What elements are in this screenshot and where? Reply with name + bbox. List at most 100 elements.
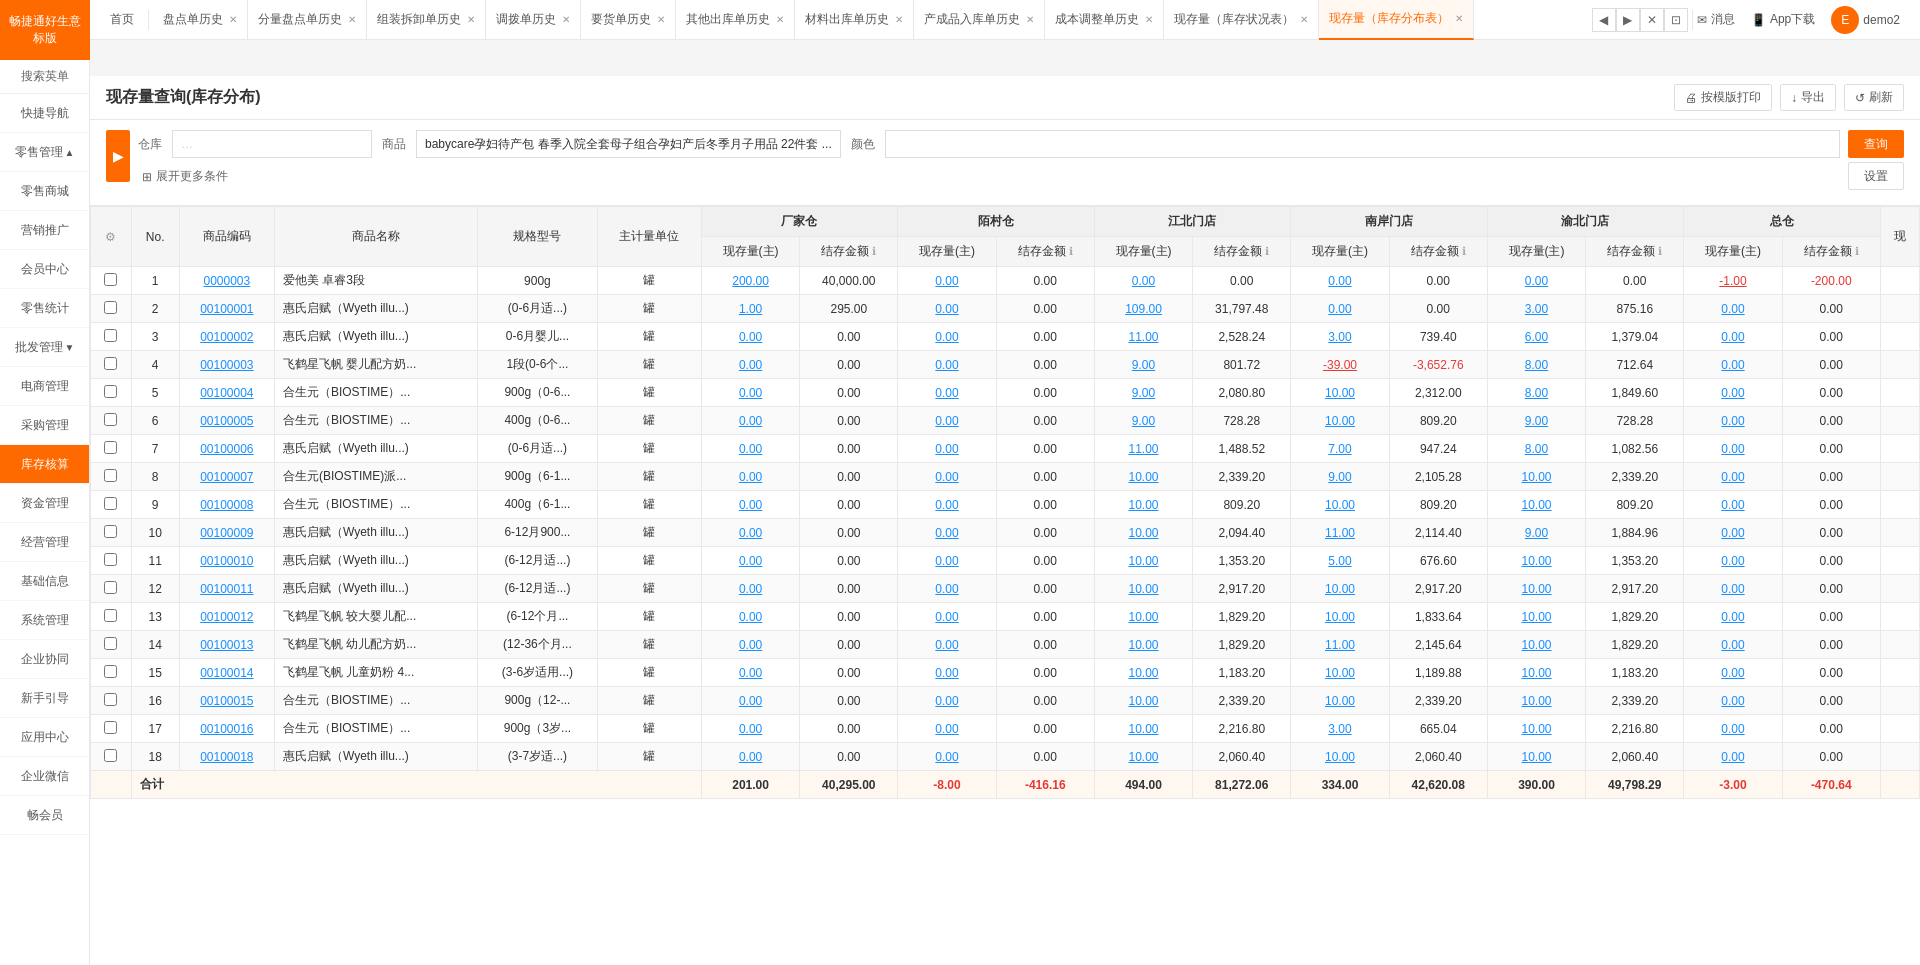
cell-wh5-qty[interactable]: 9.00 [1487, 407, 1586, 435]
cell-checkbox[interactable] [91, 743, 132, 771]
cell-wh4-qty[interactable]: -39.00 [1291, 351, 1390, 379]
sidebar-item-enterprise[interactable]: 企业协同 [0, 640, 89, 679]
info-icon[interactable]: ℹ [1265, 245, 1269, 257]
cell-total-qty[interactable]: 0.00 [1684, 323, 1783, 351]
cell-code[interactable]: 00100004 [179, 379, 274, 407]
cell-total-qty[interactable]: 0.00 [1684, 659, 1783, 687]
goods-input[interactable]: babycare孕妇待产包 春季入院全套母子组合孕妇产后冬季月子用品 22件套 … [416, 130, 841, 158]
cell-wh2-qty[interactable]: 0.00 [898, 351, 997, 379]
cell-total-qty[interactable]: 0.00 [1684, 715, 1783, 743]
message-btn[interactable]: ✉ 消息 [1697, 11, 1735, 28]
sidebar-item-retail[interactable]: 零售管理 ▲ [0, 133, 89, 172]
cell-wh3-qty[interactable]: 10.00 [1094, 631, 1193, 659]
info-icon[interactable]: ℹ [1069, 245, 1073, 257]
cell-total-qty[interactable]: 0.00 [1684, 743, 1783, 771]
tab-close-all-btn[interactable]: ✕ [1640, 8, 1664, 32]
cell-code[interactable]: 00100010 [179, 547, 274, 575]
row-checkbox[interactable] [104, 469, 117, 482]
cell-wh4-qty[interactable]: 10.00 [1291, 491, 1390, 519]
sidebar-item-operation[interactable]: 经营管理 [0, 523, 89, 562]
row-checkbox[interactable] [104, 665, 117, 678]
cell-checkbox[interactable] [91, 463, 132, 491]
row-checkbox[interactable] [104, 357, 117, 370]
cell-code[interactable]: 00100007 [179, 463, 274, 491]
tab-close-icon[interactable]: ✕ [1026, 14, 1034, 25]
cell-wh5-qty[interactable]: 0.00 [1487, 267, 1586, 295]
sidebar-item-ecommerce[interactable]: 电商管理 [0, 367, 89, 406]
tab-assemble-history[interactable]: 组装拆卸单历史 ✕ [367, 0, 486, 40]
cell-wh2-qty[interactable]: 0.00 [898, 463, 997, 491]
info-icon[interactable]: ℹ [1658, 245, 1662, 257]
cell-wh3-qty[interactable]: 11.00 [1094, 435, 1193, 463]
tab-demand-history[interactable]: 要货单历史 ✕ [581, 0, 676, 40]
cell-wh5-qty[interactable]: 10.00 [1487, 631, 1586, 659]
cell-total-qty[interactable]: 0.00 [1684, 491, 1783, 519]
cell-wh2-qty[interactable]: 0.00 [898, 407, 997, 435]
home-tab[interactable]: 首页 [100, 11, 144, 28]
cell-code[interactable]: 0000003 [179, 267, 274, 295]
tab-prev-btn[interactable]: ◀ [1592, 8, 1616, 32]
cell-wh2-qty[interactable]: 0.00 [898, 687, 997, 715]
cell-wh4-qty[interactable]: 11.00 [1291, 631, 1390, 659]
expand-more-btn[interactable]: ⊞ 展开更多条件 [138, 164, 232, 189]
row-checkbox[interactable] [104, 413, 117, 426]
cell-wh5-qty[interactable]: 10.00 [1487, 659, 1586, 687]
cell-wh1-qty[interactable]: 0.00 [701, 379, 800, 407]
cell-total-qty[interactable]: 0.00 [1684, 519, 1783, 547]
cell-wh4-qty[interactable]: 5.00 [1291, 547, 1390, 575]
cell-wh1-qty[interactable]: 0.00 [701, 323, 800, 351]
cell-wh2-qty[interactable]: 0.00 [898, 435, 997, 463]
cell-total-qty[interactable]: 0.00 [1684, 295, 1783, 323]
cell-wh1-qty[interactable]: 0.00 [701, 463, 800, 491]
cell-checkbox[interactable] [91, 351, 132, 379]
cell-code[interactable]: 00100016 [179, 715, 274, 743]
sidebar-item-basic[interactable]: 基础信息 [0, 562, 89, 601]
cell-wh1-qty[interactable]: 0.00 [701, 491, 800, 519]
sidebar-item-inventory[interactable]: 库存核算 [0, 445, 89, 484]
cell-wh3-qty[interactable]: 10.00 [1094, 743, 1193, 771]
info-icon[interactable]: ℹ [1462, 245, 1466, 257]
row-checkbox[interactable] [104, 693, 117, 706]
cell-wh5-qty[interactable]: 10.00 [1487, 547, 1586, 575]
collapse-filter-btn[interactable]: ▶ [106, 130, 130, 182]
cell-wh1-qty[interactable]: 1.00 [701, 295, 800, 323]
sidebar-item-corpwechat[interactable]: 企业微信 [0, 757, 89, 796]
cell-wh5-qty[interactable]: 9.00 [1487, 519, 1586, 547]
sidebar-item-finance[interactable]: 资金管理 [0, 484, 89, 523]
sidebar-item-appcenter[interactable]: 应用中心 [0, 718, 89, 757]
cell-wh5-qty[interactable]: 10.00 [1487, 491, 1586, 519]
cell-wh3-qty[interactable]: 10.00 [1094, 575, 1193, 603]
cell-code[interactable]: 00100002 [179, 323, 274, 351]
cell-code[interactable]: 00100005 [179, 407, 274, 435]
row-checkbox[interactable] [104, 497, 117, 510]
print-btn[interactable]: 🖨 按模版打印 [1674, 84, 1772, 111]
info-icon[interactable]: ℹ [1855, 245, 1859, 257]
cell-code[interactable]: 00100018 [179, 743, 274, 771]
query-btn[interactable]: 查询 [1848, 130, 1904, 158]
cell-wh5-qty[interactable]: 8.00 [1487, 351, 1586, 379]
cell-wh3-qty[interactable]: 10.00 [1094, 603, 1193, 631]
cell-wh2-qty[interactable]: 0.00 [898, 631, 997, 659]
cell-total-qty[interactable]: 0.00 [1684, 435, 1783, 463]
cell-checkbox[interactable] [91, 547, 132, 575]
cell-wh3-qty[interactable]: 9.00 [1094, 407, 1193, 435]
cell-checkbox[interactable] [91, 295, 132, 323]
cell-checkbox[interactable] [91, 407, 132, 435]
cell-checkbox[interactable] [91, 435, 132, 463]
row-checkbox[interactable] [104, 581, 117, 594]
cell-code[interactable]: 00100013 [179, 631, 274, 659]
sidebar-item-purchase[interactable]: 采购管理 [0, 406, 89, 445]
cell-total-qty[interactable]: 0.00 [1684, 351, 1783, 379]
cell-wh3-qty[interactable]: 10.00 [1094, 715, 1193, 743]
cell-checkbox[interactable] [91, 491, 132, 519]
cell-wh4-qty[interactable]: 10.00 [1291, 407, 1390, 435]
cell-wh3-qty[interactable]: 10.00 [1094, 463, 1193, 491]
tab-next-btn[interactable]: ▶ [1616, 8, 1640, 32]
tab-close-icon[interactable]: ✕ [348, 14, 356, 25]
row-checkbox[interactable] [104, 273, 117, 286]
cell-wh2-qty[interactable]: 0.00 [898, 295, 997, 323]
cell-wh5-qty[interactable]: 10.00 [1487, 715, 1586, 743]
row-checkbox[interactable] [104, 637, 117, 650]
cell-wh4-qty[interactable]: 11.00 [1291, 519, 1390, 547]
sidebar-item-system[interactable]: 系统管理 [0, 601, 89, 640]
